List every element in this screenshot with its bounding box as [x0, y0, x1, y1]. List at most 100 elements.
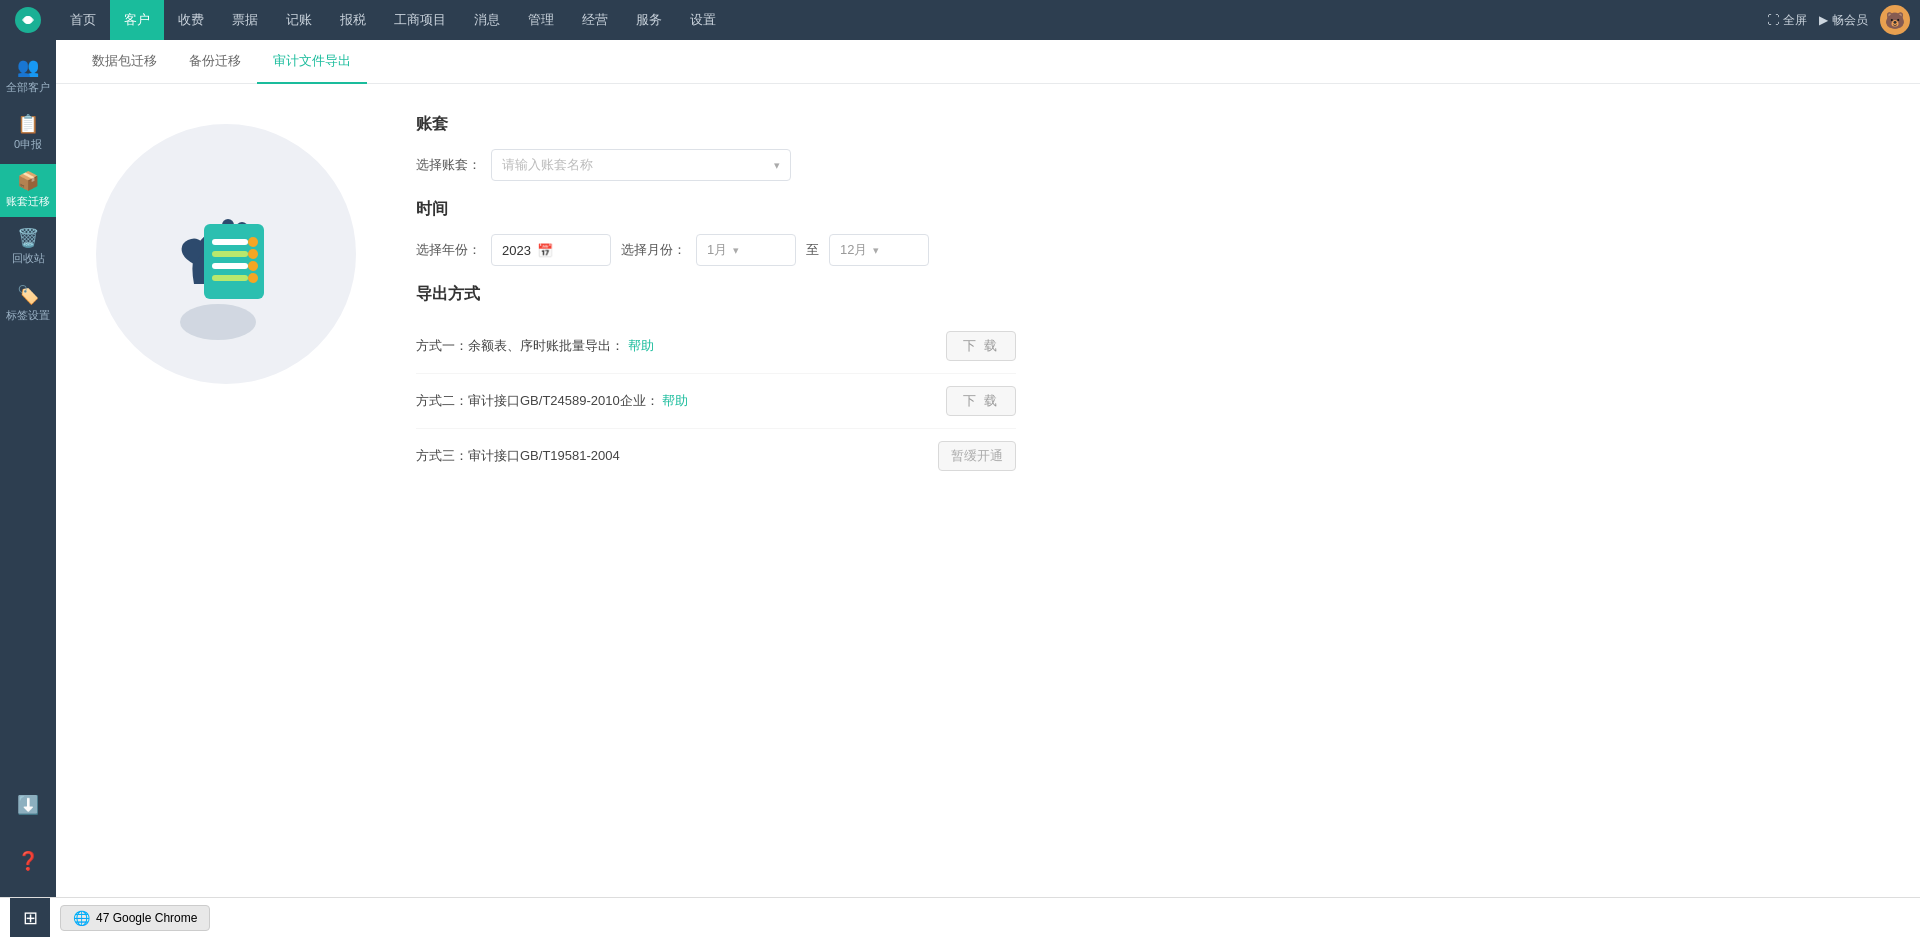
nav-business[interactable]: 工商项目 — [380, 0, 460, 40]
nav-tax[interactable]: 报税 — [326, 0, 380, 40]
method1-label: 方式一：余额表、序时账批量导出： 帮助 — [416, 337, 654, 355]
help-icon: ❓ — [17, 852, 39, 870]
nav-menu: 首页 客户 收费 票据 记账 报税 工商项目 消息 管理 经营 服务 设置 — [56, 0, 1767, 40]
account-label: 选择账套： — [416, 156, 481, 174]
month-start-value: 1月 — [707, 241, 727, 259]
nav-service[interactable]: 服务 — [622, 0, 676, 40]
account-select-placeholder: 请输入账套名称 — [502, 156, 768, 174]
month-start-select[interactable]: 1月 ▾ — [696, 234, 796, 266]
method3-row: 方式三：审计接口GB/T19581-2004 暂缓开通 — [416, 429, 1016, 483]
sidebar-item-help[interactable]: ❓ — [13, 835, 43, 887]
declaration-icon: 📋 — [17, 115, 39, 133]
nav-charge[interactable]: 收费 — [164, 0, 218, 40]
chrome-icon: 🌐 — [73, 910, 90, 926]
migration-icon: 📦 — [17, 172, 39, 190]
svg-rect-11 — [212, 275, 248, 281]
svg-point-15 — [248, 273, 258, 283]
nav-settings[interactable]: 设置 — [676, 0, 730, 40]
method1-text: 方式一：余额表、序时账批量导出： — [416, 338, 624, 353]
member-label: 畅会员 — [1832, 12, 1868, 29]
account-row: 选择账套： 请输入账套名称 ▾ — [416, 149, 1016, 181]
tab-data-migration[interactable]: 数据包迁移 — [76, 40, 173, 84]
start-icon: ⊞ — [23, 907, 38, 929]
sidebar-item-all-clients[interactable]: 👥 全部客户 — [0, 50, 56, 103]
nav-management[interactable]: 管理 — [514, 0, 568, 40]
member-button[interactable]: ▶ 畅会员 — [1819, 12, 1868, 29]
method1-row: 方式一：余额表、序时账批量导出： 帮助 下 载 — [416, 319, 1016, 374]
nav-invoice[interactable]: 票据 — [218, 0, 272, 40]
nav-home[interactable]: 首页 — [56, 0, 110, 40]
export-methods: 方式一：余额表、序时账批量导出： 帮助 下 载 方式二：审计接口GB/T2458… — [416, 319, 1016, 483]
month-end-value: 12月 — [840, 241, 867, 259]
top-right-actions: ⛶ 全屏 ▶ 畅会员 🐻 — [1767, 5, 1910, 35]
year-input[interactable]: 2023 📅 — [491, 234, 611, 266]
svg-rect-9 — [212, 251, 248, 257]
fullscreen-label: 全屏 — [1783, 12, 1807, 29]
sidebar-item-download[interactable]: ⬇️ — [13, 779, 43, 831]
month-start-caret: ▾ — [733, 244, 739, 257]
month-end-caret: ▾ — [873, 244, 879, 257]
svg-rect-10 — [212, 263, 248, 269]
year-value: 2023 — [502, 243, 531, 258]
method3-text: 方式三：审计接口GB/T19581-2004 — [416, 448, 620, 463]
sidebar-label-declaration: 0申报 — [14, 137, 42, 152]
nav-operation[interactable]: 经营 — [568, 0, 622, 40]
sidebar-item-migration[interactable]: 📦 账套迁移 — [0, 164, 56, 217]
sidebar-label-migration: 账套迁移 — [6, 194, 50, 209]
year-label: 选择年份： — [416, 241, 481, 259]
svg-point-1 — [24, 16, 32, 24]
nav-message[interactable]: 消息 — [460, 0, 514, 40]
sidebar-item-recycle[interactable]: 🗑️ 回收站 — [0, 221, 56, 274]
app-logo[interactable] — [10, 2, 46, 38]
calendar-icon: 📅 — [537, 243, 553, 258]
tab-backup-migration[interactable]: 备份迁移 — [173, 40, 257, 84]
time-row: 选择年份： 2023 📅 选择月份： 1月 ▾ 至 12月 — [416, 234, 1016, 266]
svg-point-12 — [248, 237, 258, 247]
chrome-label: 47 Google Chrome — [96, 911, 197, 925]
taskbar-start-button[interactable]: ⊞ — [10, 898, 50, 938]
user-avatar[interactable]: 🐻 — [1880, 5, 1910, 35]
nav-client[interactable]: 客户 — [110, 0, 164, 40]
account-select-caret: ▾ — [774, 159, 780, 172]
fullscreen-icon: ⛶ — [1767, 13, 1779, 27]
sidebar: 👥 全部客户 📋 0申报 📦 账套迁移 🗑️ 回收站 🏷️ 标签设置 ⬇️ ❓ — [0, 40, 56, 897]
month-end-select[interactable]: 12月 ▾ — [829, 234, 929, 266]
month-label: 选择月份： — [621, 241, 686, 259]
account-select[interactable]: 请输入账套名称 ▾ — [491, 149, 791, 181]
method2-help-link[interactable]: 帮助 — [662, 393, 688, 408]
sidebar-label-all-clients: 全部客户 — [6, 80, 50, 95]
method2-text: 方式二：审计接口GB/T24589-2010企业： — [416, 393, 659, 408]
content-area: 数据包迁移 备份迁移 审计文件导出 — [56, 40, 1920, 897]
tag-settings-icon: 🏷️ — [17, 286, 39, 304]
svg-point-14 — [248, 261, 258, 271]
illustration — [96, 124, 356, 384]
page-content: 账套 选择账套： 请输入账套名称 ▾ 时间 选择年份： 2023 — [56, 84, 1920, 897]
sidebar-item-declaration[interactable]: 📋 0申报 — [0, 107, 56, 160]
sidebar-bottom: ⬇️ ❓ — [13, 779, 43, 897]
to-text: 至 — [806, 241, 819, 259]
form-container: 账套 选择账套： 请输入账套名称 ▾ 时间 选择年份： 2023 — [96, 114, 1880, 483]
method2-label: 方式二：审计接口GB/T24589-2010企业： 帮助 — [416, 392, 688, 410]
svg-rect-8 — [212, 239, 248, 245]
sidebar-label-tag-settings: 标签设置 — [6, 308, 50, 323]
tab-bar: 数据包迁移 备份迁移 审计文件导出 — [56, 40, 1920, 84]
download-icon: ⬇️ — [17, 796, 39, 814]
export-section-title: 导出方式 — [416, 284, 1016, 305]
method1-help-link[interactable]: 帮助 — [628, 338, 654, 353]
nav-bookkeeping[interactable]: 记账 — [272, 0, 326, 40]
sidebar-item-tag-settings[interactable]: 🏷️ 标签设置 — [0, 278, 56, 331]
top-navigation: 首页 客户 收费 票据 记账 报税 工商项目 消息 管理 经营 服务 设置 ⛶ … — [0, 0, 1920, 40]
fullscreen-button[interactable]: ⛶ 全屏 — [1767, 12, 1807, 29]
svg-point-2 — [180, 304, 256, 340]
method2-download-button[interactable]: 下 载 — [946, 386, 1016, 416]
method3-coming-soon-button[interactable]: 暂缓开通 — [938, 441, 1016, 471]
recycle-icon: 🗑️ — [17, 229, 39, 247]
all-clients-icon: 👥 — [17, 58, 39, 76]
tab-audit-export[interactable]: 审计文件导出 — [257, 40, 367, 84]
account-section-title: 账套 — [416, 114, 1016, 135]
method3-label: 方式三：审计接口GB/T19581-2004 — [416, 447, 620, 465]
time-section-title: 时间 — [416, 199, 1016, 220]
method1-download-button[interactable]: 下 载 — [946, 331, 1016, 361]
sidebar-label-recycle: 回收站 — [12, 251, 45, 266]
taskbar-chrome-button[interactable]: 🌐 47 Google Chrome — [60, 905, 210, 931]
